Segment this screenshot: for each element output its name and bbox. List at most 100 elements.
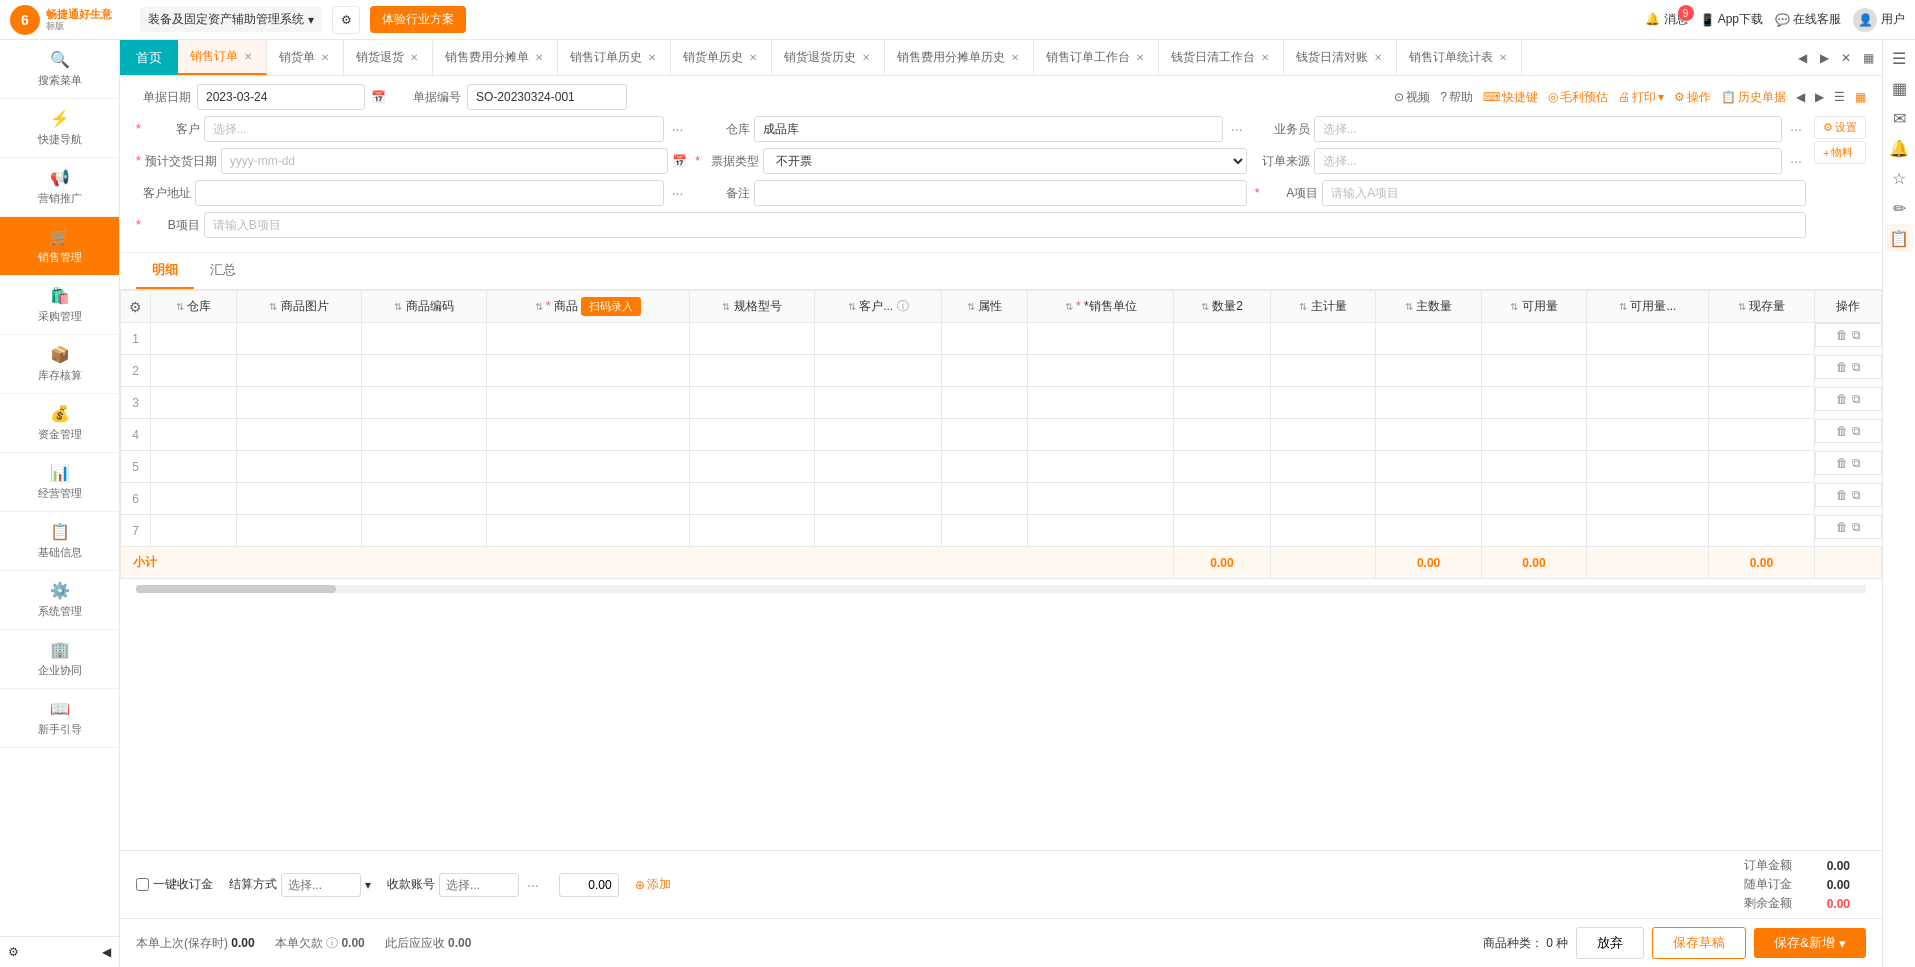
table-scrollbar[interactable]: [120, 579, 1882, 599]
history-action[interactable]: 📋 历史单据: [1721, 89, 1786, 106]
tab-sales-return[interactable]: 销货退货 ✕: [344, 40, 433, 75]
row-7-code[interactable]: [361, 515, 486, 547]
customer-input[interactable]: [204, 116, 664, 142]
row-6-main-qty[interactable]: [1376, 483, 1481, 515]
row-2-spec[interactable]: [689, 355, 814, 387]
row-3-code[interactable]: [361, 387, 486, 419]
invoice-type-select[interactable]: 不开票: [763, 148, 1247, 174]
sidebar-item-purchase[interactable]: 🛍️ 采购管理: [0, 276, 119, 335]
row-7-qty2[interactable]: [1174, 515, 1271, 547]
tab-fee-split[interactable]: 销售费用分摊单 ✕: [433, 40, 558, 75]
nav-prev-icon[interactable]: ◀: [1796, 90, 1805, 104]
row-4-sales-unit[interactable]: [1028, 419, 1174, 451]
row-2-available2[interactable]: [1587, 355, 1709, 387]
right-tool-grid[interactable]: ▦: [1885, 74, 1913, 102]
row-1-warehouse[interactable]: [151, 323, 237, 355]
row-5-qty2[interactable]: [1174, 451, 1271, 483]
row-6-main-unit[interactable]: [1270, 483, 1375, 515]
row-3-sales-unit[interactable]: [1028, 387, 1174, 419]
copy-icon-2[interactable]: ⧉: [1852, 360, 1861, 374]
row-7-available[interactable]: [1481, 515, 1586, 547]
tab-order-history[interactable]: 销售订单历史 ✕: [558, 40, 671, 75]
row-5-spec[interactable]: [689, 451, 814, 483]
row-4-customer-code[interactable]: [815, 419, 942, 451]
copy-icon-3[interactable]: ⧉: [1852, 392, 1861, 406]
row-4-warehouse[interactable]: [151, 419, 237, 451]
row-6-customer-code[interactable]: [815, 483, 942, 515]
grid-view-icon[interactable]: ☰: [1834, 90, 1845, 104]
row-6-attribute[interactable]: [942, 483, 1028, 515]
settlement-dropdown[interactable]: ▾: [365, 878, 371, 892]
profit-action[interactable]: ◎ 毛利预估: [1548, 89, 1608, 106]
right-tool-star[interactable]: ☆: [1885, 164, 1913, 192]
th-setting[interactable]: ⚙: [121, 291, 151, 323]
delete-icon-2[interactable]: 🗑: [1836, 360, 1848, 374]
row-1-product[interactable]: [487, 323, 690, 355]
tab-close-return-history[interactable]: ✕: [860, 51, 872, 64]
calendar-icon[interactable]: 📅: [371, 90, 386, 104]
row-4-code[interactable]: [361, 419, 486, 451]
row-6-sales-unit[interactable]: [1028, 483, 1174, 515]
row-5-available2[interactable]: [1587, 451, 1709, 483]
tab-sales-order[interactable]: 销售订单 ✕: [178, 40, 267, 75]
copy-icon-7[interactable]: ⧉: [1852, 520, 1861, 534]
user-area[interactable]: 👤 用户: [1853, 8, 1905, 32]
row-7-main-qty[interactable]: [1376, 515, 1481, 547]
row-3-main-unit[interactable]: [1270, 387, 1375, 419]
row-4-available2[interactable]: [1587, 419, 1709, 451]
sidebar-item-operations[interactable]: 📊 经营管理: [0, 453, 119, 512]
row-3-qty2[interactable]: [1174, 387, 1271, 419]
tab-sales-note[interactable]: 销货单 ✕: [267, 40, 344, 75]
row-5-product[interactable]: [487, 451, 690, 483]
row-1-main-qty[interactable]: [1376, 323, 1481, 355]
row-7-spec[interactable]: [689, 515, 814, 547]
tab-workbench[interactable]: 销售订单工作台 ✕: [1034, 40, 1159, 75]
row-5-stock[interactable]: [1709, 451, 1814, 483]
row-6-qty2[interactable]: [1174, 483, 1271, 515]
deposit-amount-input[interactable]: [559, 873, 619, 897]
row-3-customer-code[interactable]: [815, 387, 942, 419]
help-action[interactable]: ? 帮助: [1440, 89, 1473, 106]
shortcut-action[interactable]: ⌨ 快捷键: [1483, 89, 1538, 106]
single-date-input[interactable]: [197, 84, 365, 110]
sidebar-item-enterprise[interactable]: 🏢 企业协同: [0, 630, 119, 689]
account-more-icon[interactable]: ···: [523, 877, 543, 893]
sidebar-item-inventory[interactable]: 📦 库存核算: [0, 335, 119, 394]
tab-close-all[interactable]: ✕: [1836, 48, 1856, 68]
save-new-dropdown-icon[interactable]: ▾: [1839, 936, 1846, 951]
right-tool-special[interactable]: 📋: [1885, 224, 1913, 252]
sidebar-collapse-icon[interactable]: ◀: [102, 945, 111, 959]
tab-close-workbench[interactable]: ✕: [1134, 51, 1146, 64]
settings-side-button[interactable]: ⚙ 设置: [1814, 116, 1866, 139]
table-tab-summary[interactable]: 汇总: [194, 253, 252, 289]
row-3-available[interactable]: [1481, 387, 1586, 419]
tab-fee-history[interactable]: 销售费用分摊单历史 ✕: [885, 40, 1034, 75]
warehouse-input[interactable]: [754, 116, 1223, 142]
row-6-stock[interactable]: [1709, 483, 1814, 515]
row-4-stock[interactable]: [1709, 419, 1814, 451]
row-5-sales-unit[interactable]: [1028, 451, 1174, 483]
row-4-product[interactable]: [487, 419, 690, 451]
order-source-input[interactable]: [1314, 148, 1783, 174]
tab-close-note-history[interactable]: ✕: [747, 51, 759, 64]
row-6-available[interactable]: [1481, 483, 1586, 515]
row-2-main-unit[interactable]: [1270, 355, 1375, 387]
row-4-main-unit[interactable]: [1270, 419, 1375, 451]
system-title[interactable]: 装备及固定资产辅助管理系统 ▾: [140, 7, 322, 32]
row-7-customer-code[interactable]: [815, 515, 942, 547]
row-2-code[interactable]: [361, 355, 486, 387]
sidebar-item-search[interactable]: 🔍 搜索菜单: [0, 40, 119, 99]
row-7-main-unit[interactable]: [1270, 515, 1375, 547]
row-5-attribute[interactable]: [942, 451, 1028, 483]
row-5-code[interactable]: [361, 451, 486, 483]
row-2-attribute[interactable]: [942, 355, 1028, 387]
row-7-product[interactable]: [487, 515, 690, 547]
row-1-spec[interactable]: [689, 323, 814, 355]
row-3-warehouse[interactable]: [151, 387, 237, 419]
delete-icon-1[interactable]: 🗑: [1836, 328, 1848, 342]
row-2-warehouse[interactable]: [151, 355, 237, 387]
delivery-calendar-icon[interactable]: 📅: [672, 154, 687, 168]
tab-close-sales-note[interactable]: ✕: [319, 51, 331, 64]
row-7-available2[interactable]: [1587, 515, 1709, 547]
sidebar-item-guide[interactable]: 📖 新手引导: [0, 689, 119, 748]
